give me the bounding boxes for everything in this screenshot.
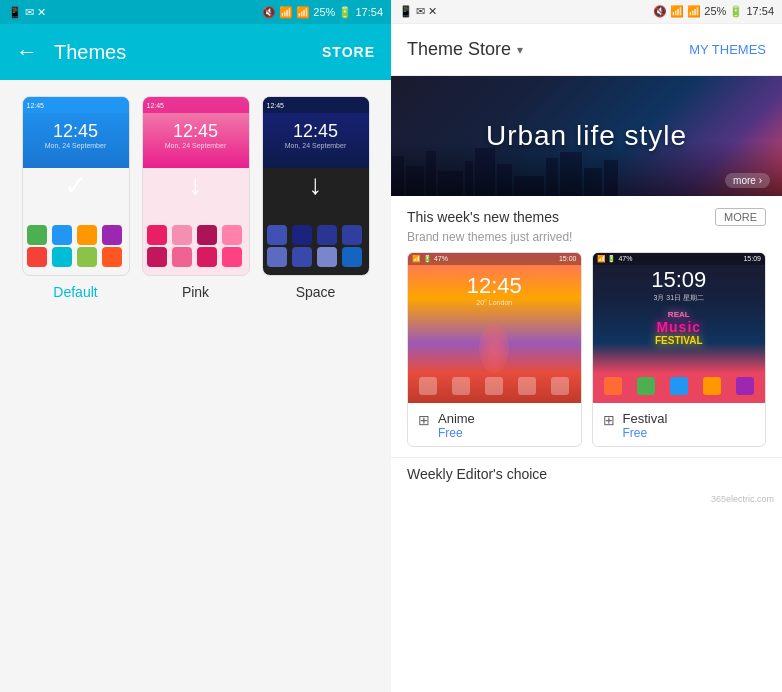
status-icons-left: 📱 ✉ ✕ xyxy=(8,6,46,19)
new-themes-title: This week's new themes xyxy=(407,209,559,225)
theme-card-festival[interactable]: 📶 🔋 47% 15:09 15:09 3月 31日 星期二 REAL Musi… xyxy=(592,252,767,447)
festival-grid-icon: ⊞ xyxy=(603,412,615,428)
banner[interactable]: Urban life style more › xyxy=(391,76,782,196)
festival-theme-info: ⊞ Festival Free xyxy=(593,403,766,446)
theme-preview-space: 12:45 12:45 Mon, 24 September ↓ xyxy=(262,96,370,276)
theme-store-title-wrap[interactable]: Theme Store ▾ xyxy=(407,39,523,60)
anime-theme-info: ⊞ Anime Free xyxy=(408,403,581,446)
store-themes-row: 📶 🔋 47% 15:00 12:45 20° London ⊞ xyxy=(391,252,782,457)
status-icons-right: 📱 ✉ ✕ xyxy=(399,5,437,18)
festival-theme-image: 📶 🔋 47% 15:09 15:09 3月 31日 星期二 REAL Musi… xyxy=(593,253,766,403)
theme-label-space: Space xyxy=(296,284,336,300)
page-title: Themes xyxy=(54,41,322,64)
left-header: ← Themes STORE xyxy=(0,24,391,80)
banner-more-button[interactable]: more › xyxy=(725,173,770,188)
theme-card-anime[interactable]: 📶 🔋 47% 15:00 12:45 20° London ⊞ xyxy=(407,252,582,447)
left-panel: 📱 ✉ ✕ 🔇 📶 📶 25% 🔋 17:54 ← Themes STORE 1… xyxy=(0,0,391,692)
more-button[interactable]: MORE xyxy=(715,208,766,226)
theme-preview-pink: 12:45 12:45 Mon, 24 September ↓ xyxy=(142,96,250,276)
anime-grid-icon: ⊞ xyxy=(418,412,430,428)
anime-theme-name: Anime xyxy=(438,411,475,426)
festival-theme-price: Free xyxy=(623,426,668,440)
status-bar-left: 📱 ✉ ✕ 🔇 📶 📶 25% 🔋 17:54 xyxy=(0,0,391,24)
theme-store-title: Theme Store xyxy=(407,39,511,60)
theme-item-default[interactable]: 12:45 12:45 Mon, 24 September ✓ xyxy=(22,96,130,300)
back-button[interactable]: ← xyxy=(16,39,38,65)
theme-item-pink[interactable]: 12:45 12:45 Mon, 24 September ↓ xyxy=(142,96,250,300)
store-button[interactable]: STORE xyxy=(322,44,375,60)
new-themes-subtitle: Brand new themes just arrived! xyxy=(391,230,782,252)
status-right-right: 🔇 📶 📶 25% 🔋 17:54 xyxy=(653,5,774,18)
anime-theme-price: Free xyxy=(438,426,475,440)
festival-theme-name: Festival xyxy=(623,411,668,426)
banner-title: Urban life style xyxy=(486,120,687,152)
watermark: 365electric.com xyxy=(391,490,782,508)
theme-label-default: Default xyxy=(53,284,97,300)
theme-grid: 12:45 12:45 Mon, 24 September ✓ xyxy=(0,80,391,316)
right-panel: 📱 ✉ ✕ 🔇 📶 📶 25% 🔋 17:54 Theme Store ▾ MY… xyxy=(391,0,782,692)
my-themes-button[interactable]: MY THEMES xyxy=(689,42,766,57)
anime-theme-image: 📶 🔋 47% 15:00 12:45 20° London xyxy=(408,253,581,403)
weekly-choice-label: Weekly Editor's choice xyxy=(391,457,782,490)
right-header: Theme Store ▾ MY THEMES xyxy=(391,24,782,76)
status-right-left: 🔇 📶 📶 25% 🔋 17:54 xyxy=(262,6,383,19)
dropdown-arrow-icon: ▾ xyxy=(517,43,523,57)
theme-preview-default: 12:45 12:45 Mon, 24 September ✓ xyxy=(22,96,130,276)
status-bar-right: 📱 ✉ ✕ 🔇 📶 📶 25% 🔋 17:54 xyxy=(391,0,782,24)
new-themes-header: This week's new themes MORE xyxy=(391,196,782,230)
theme-label-pink: Pink xyxy=(182,284,209,300)
theme-item-space[interactable]: 12:45 12:45 Mon, 24 September ↓ xyxy=(262,96,370,300)
